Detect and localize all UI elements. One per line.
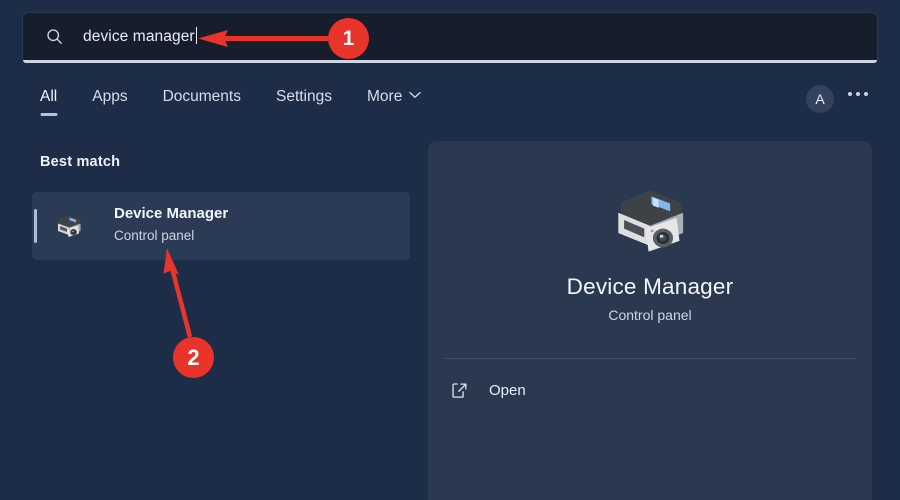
annotation-marker-1-label: 1 (343, 27, 355, 51)
preview-panel: Device Manager Control panel Open (428, 141, 872, 500)
result-title: Device Manager (114, 205, 228, 222)
dot (856, 92, 860, 96)
annotation-marker-2-label: 2 (187, 345, 199, 371)
tab-settings[interactable]: Settings (274, 86, 334, 118)
tab-documents[interactable]: Documents (161, 86, 243, 118)
chevron-down-icon (409, 91, 421, 99)
search-focus-underline (23, 60, 877, 63)
ellipsis-icon[interactable] (848, 92, 868, 96)
tab-more-label: More (367, 88, 402, 105)
annotation-marker-1: 1 (328, 18, 369, 59)
dot (848, 92, 852, 96)
windows-search-flyout: device manager All Apps Documents Settin… (0, 0, 900, 500)
tab-apps[interactable]: Apps (90, 86, 129, 118)
best-match-result-row[interactable]: Device Manager Control panel (32, 192, 410, 260)
open-external-icon (450, 381, 469, 400)
device-manager-icon (54, 213, 84, 239)
result-subtitle: Control panel (114, 228, 194, 243)
preview-title: Device Manager (428, 274, 872, 300)
tab-more[interactable]: More (365, 86, 423, 118)
filter-tabs: All Apps Documents Settings More (38, 86, 423, 118)
selection-indicator (34, 209, 37, 243)
best-match-heading: Best match (40, 154, 120, 170)
tab-apps-label: Apps (92, 88, 127, 105)
avatar[interactable]: A (806, 85, 834, 113)
tab-active-indicator (40, 113, 57, 116)
tab-documents-label: Documents (163, 88, 241, 105)
search-query-value: device manager (83, 28, 195, 45)
text-caret (196, 27, 198, 44)
tab-all[interactable]: All (38, 86, 59, 118)
annotation-marker-2: 2 (173, 337, 214, 378)
search-input-text[interactable]: device manager (83, 27, 197, 46)
divider (444, 358, 856, 359)
avatar-initial: A (815, 91, 824, 107)
search-input[interactable]: device manager (22, 12, 878, 60)
tab-all-label: All (40, 88, 57, 105)
tab-settings-label: Settings (276, 88, 332, 105)
open-action-button[interactable]: Open (450, 381, 526, 400)
open-action-label: Open (489, 382, 526, 399)
device-manager-icon (606, 184, 694, 256)
preview-subtitle: Control panel (428, 307, 872, 323)
search-icon (45, 27, 64, 46)
search-bar-container: device manager (22, 12, 878, 60)
dot (864, 92, 868, 96)
